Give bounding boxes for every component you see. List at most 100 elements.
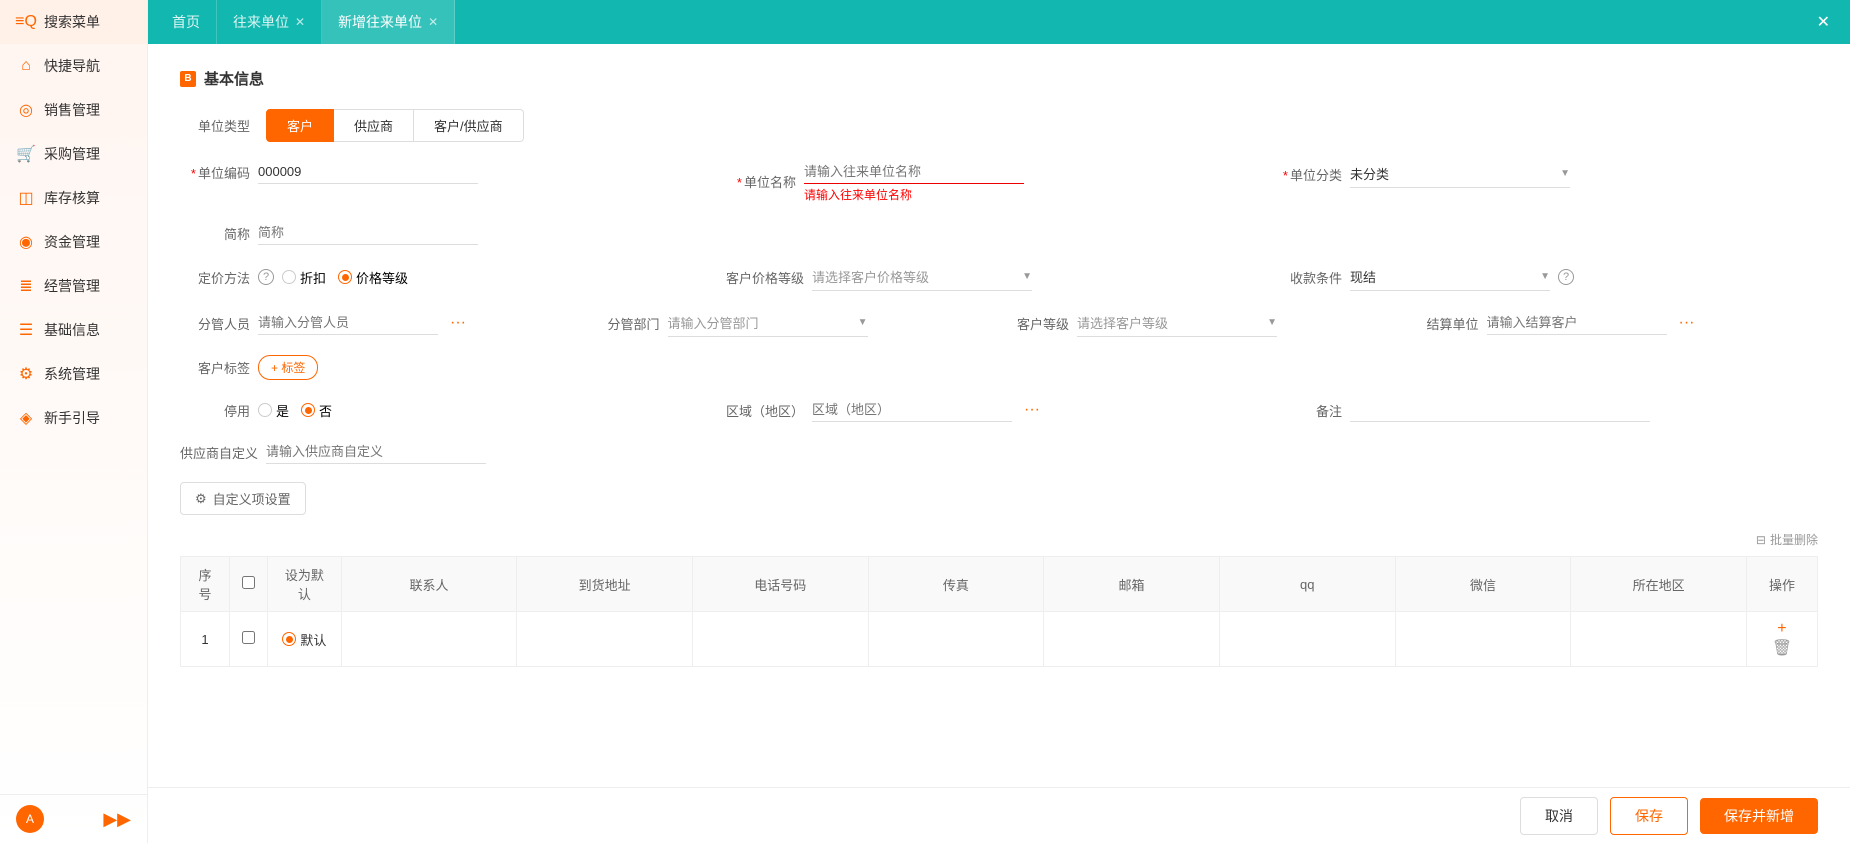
row-seq: 1 bbox=[181, 612, 230, 667]
unit-code-input[interactable] bbox=[258, 160, 478, 184]
sidebar-item-sales[interactable]: ◎ 销售管理 bbox=[0, 88, 147, 132]
pricing-row: 定价方法 ? 折扣 价格等级 客户价格等级 bbox=[180, 263, 1818, 291]
row-wechat[interactable] bbox=[1395, 612, 1571, 667]
supplier-custom-input[interactable] bbox=[266, 440, 486, 464]
row-checkbox[interactable] bbox=[242, 631, 255, 644]
price-level-chevron: ▼ bbox=[1022, 271, 1032, 282]
tab-new-partner-close[interactable]: ✕ bbox=[428, 15, 438, 29]
select-all-checkbox[interactable] bbox=[242, 576, 255, 589]
customer-level-select[interactable]: 请选择客户等级 ▼ bbox=[1077, 309, 1277, 337]
department-select[interactable]: 请输入分管部门 ▼ bbox=[668, 309, 868, 337]
batch-delete-btn[interactable]: ⊟ 批量删除 bbox=[1756, 531, 1818, 548]
basic-info-section-icon: B bbox=[180, 71, 196, 87]
sidebar-item-inventory[interactable]: ◫ 库存核算 bbox=[0, 176, 147, 220]
tab-partner-list-close[interactable]: ✕ bbox=[295, 15, 305, 29]
section-basic-info: B 基本信息 bbox=[180, 68, 1818, 89]
save-button[interactable]: 保存 bbox=[1610, 797, 1688, 835]
table-header-row: 序号 设为默认 联系人 到货地址 电话号码 传真 邮箱 qq 微信 所在地区 操… bbox=[181, 557, 1818, 612]
row-add-btn[interactable]: + bbox=[1773, 620, 1790, 638]
row-region-input[interactable] bbox=[1583, 632, 1734, 647]
row-qq-input[interactable] bbox=[1232, 632, 1383, 647]
sidebar-item-finance[interactable]: ◉ 资金管理 bbox=[0, 220, 147, 264]
sidebar-item-quick-nav[interactable]: ⌂ 快捷导航 bbox=[0, 44, 147, 88]
col-phone: 电话号码 bbox=[692, 557, 868, 612]
col-action: 操作 bbox=[1746, 557, 1817, 612]
manager-more-btn[interactable]: ··· bbox=[446, 314, 470, 332]
pricing-discount-radio[interactable]: 折扣 bbox=[282, 268, 326, 287]
row-wechat-input[interactable] bbox=[1408, 632, 1559, 647]
row-email[interactable] bbox=[1044, 612, 1220, 667]
supplier-custom-field: 供应商自定义 bbox=[180, 440, 1818, 464]
manager-label: 分管人员 bbox=[180, 314, 250, 333]
sidebar-item-purchase[interactable]: 🛒 采购管理 bbox=[0, 132, 147, 176]
sidebar-item-label: 基础信息 bbox=[44, 320, 100, 340]
tab-partner-list[interactable]: 往来单位 ✕ bbox=[217, 0, 322, 44]
pricing-level-circle bbox=[338, 270, 352, 284]
sidebar-item-operations[interactable]: ≣ 经营管理 bbox=[0, 264, 147, 308]
supplier-custom-row: 供应商自定义 bbox=[180, 440, 1818, 464]
unit-type-both[interactable]: 客户/供应商 bbox=[414, 109, 524, 142]
sidebar-item-search[interactable]: ≡Q 搜索菜单 bbox=[0, 0, 147, 44]
disabled-no-radio[interactable]: 否 bbox=[301, 401, 332, 420]
cancel-button[interactable]: 取消 bbox=[1520, 797, 1598, 835]
save-new-button[interactable]: 保存并新增 bbox=[1700, 798, 1818, 834]
disabled-radio-group: 是 否 bbox=[258, 401, 332, 420]
pricing-method-help[interactable]: ? bbox=[258, 269, 274, 285]
row-address[interactable] bbox=[517, 612, 693, 667]
row-email-input[interactable] bbox=[1056, 632, 1207, 647]
region-field: 区域（地区） ··· bbox=[726, 398, 1272, 422]
sidebar-item-label: 新手引导 bbox=[44, 408, 100, 428]
manager-input[interactable] bbox=[258, 311, 438, 335]
row-default: 默认 bbox=[267, 612, 341, 667]
unit-name-input[interactable] bbox=[804, 160, 1024, 184]
row-delete-btn[interactable]: 🗑 bbox=[1768, 638, 1796, 658]
row-fax-input[interactable] bbox=[881, 632, 1032, 647]
expand-icon[interactable]: ▶▶ bbox=[103, 809, 131, 830]
custom-setting-label: 自定义项设置 bbox=[213, 489, 291, 508]
tab-new-partner[interactable]: 新增往来单位 ✕ bbox=[322, 0, 455, 44]
settlement-unit-input[interactable] bbox=[1487, 311, 1667, 335]
settlement-more-btn[interactable]: ··· bbox=[1675, 314, 1699, 332]
row-phone[interactable] bbox=[692, 612, 868, 667]
pricing-method-field: 定价方法 ? 折扣 价格等级 bbox=[180, 268, 726, 287]
payment-terms-select[interactable]: 现结 ▼ bbox=[1350, 263, 1550, 291]
row-contact[interactable] bbox=[341, 612, 517, 667]
row-check[interactable] bbox=[229, 612, 267, 667]
row-phone-input[interactable] bbox=[705, 632, 856, 647]
pricing-level-radio[interactable]: 价格等级 bbox=[338, 268, 408, 287]
row-region[interactable] bbox=[1571, 612, 1747, 667]
sidebar-item-basic-info[interactable]: ☰ 基础信息 bbox=[0, 308, 147, 352]
row-address-input[interactable] bbox=[529, 632, 680, 647]
sidebar-item-guide[interactable]: ◈ 新手引导 bbox=[0, 396, 147, 440]
tab-new-partner-label: 新增往来单位 bbox=[338, 12, 422, 32]
custom-setting-btn[interactable]: ⚙ 自定义项设置 bbox=[180, 482, 306, 515]
short-name-input[interactable] bbox=[258, 221, 478, 245]
short-name-field: 简称 bbox=[180, 221, 1818, 245]
unit-type-supplier[interactable]: 供应商 bbox=[334, 109, 414, 142]
disabled-no-label: 否 bbox=[319, 401, 332, 420]
sidebar-item-system[interactable]: ⚙ 系统管理 bbox=[0, 352, 147, 396]
row-fax[interactable] bbox=[868, 612, 1044, 667]
tab-home[interactable]: 首页 bbox=[156, 0, 217, 44]
col-default: 设为默认 bbox=[267, 557, 341, 612]
row-contact-input[interactable] bbox=[354, 632, 505, 647]
pricing-method-label: 定价方法 bbox=[180, 268, 250, 287]
sidebar-item-label: 库存核算 bbox=[44, 188, 100, 208]
remark-input[interactable] bbox=[1350, 398, 1650, 422]
region-input[interactable] bbox=[812, 398, 1012, 422]
region-more-btn[interactable]: ··· bbox=[1020, 401, 1044, 419]
tag-row: 客户标签 + 标签 bbox=[180, 355, 1818, 380]
add-tag-btn[interactable]: + 标签 bbox=[258, 355, 318, 380]
unit-type-customer[interactable]: 客户 bbox=[266, 109, 334, 142]
unit-category-select[interactable]: 未分类 ▼ bbox=[1350, 160, 1570, 188]
user-avatar[interactable]: A bbox=[16, 805, 44, 833]
unit-name-error: 请输入往来单位名称 bbox=[804, 186, 1272, 203]
disabled-yes-radio[interactable]: 是 bbox=[258, 401, 289, 420]
payment-terms-help[interactable]: ? bbox=[1558, 269, 1574, 285]
customer-price-level-select[interactable]: 请选择客户价格等级 ▼ bbox=[812, 263, 1032, 291]
disabled-field: 停用 是 否 bbox=[180, 401, 726, 420]
tab-partner-list-label: 往来单位 bbox=[233, 12, 289, 32]
row-default-radio[interactable]: 默认 bbox=[280, 630, 329, 649]
window-close-btn[interactable]: ✕ bbox=[1805, 12, 1842, 32]
row-qq[interactable] bbox=[1219, 612, 1395, 667]
